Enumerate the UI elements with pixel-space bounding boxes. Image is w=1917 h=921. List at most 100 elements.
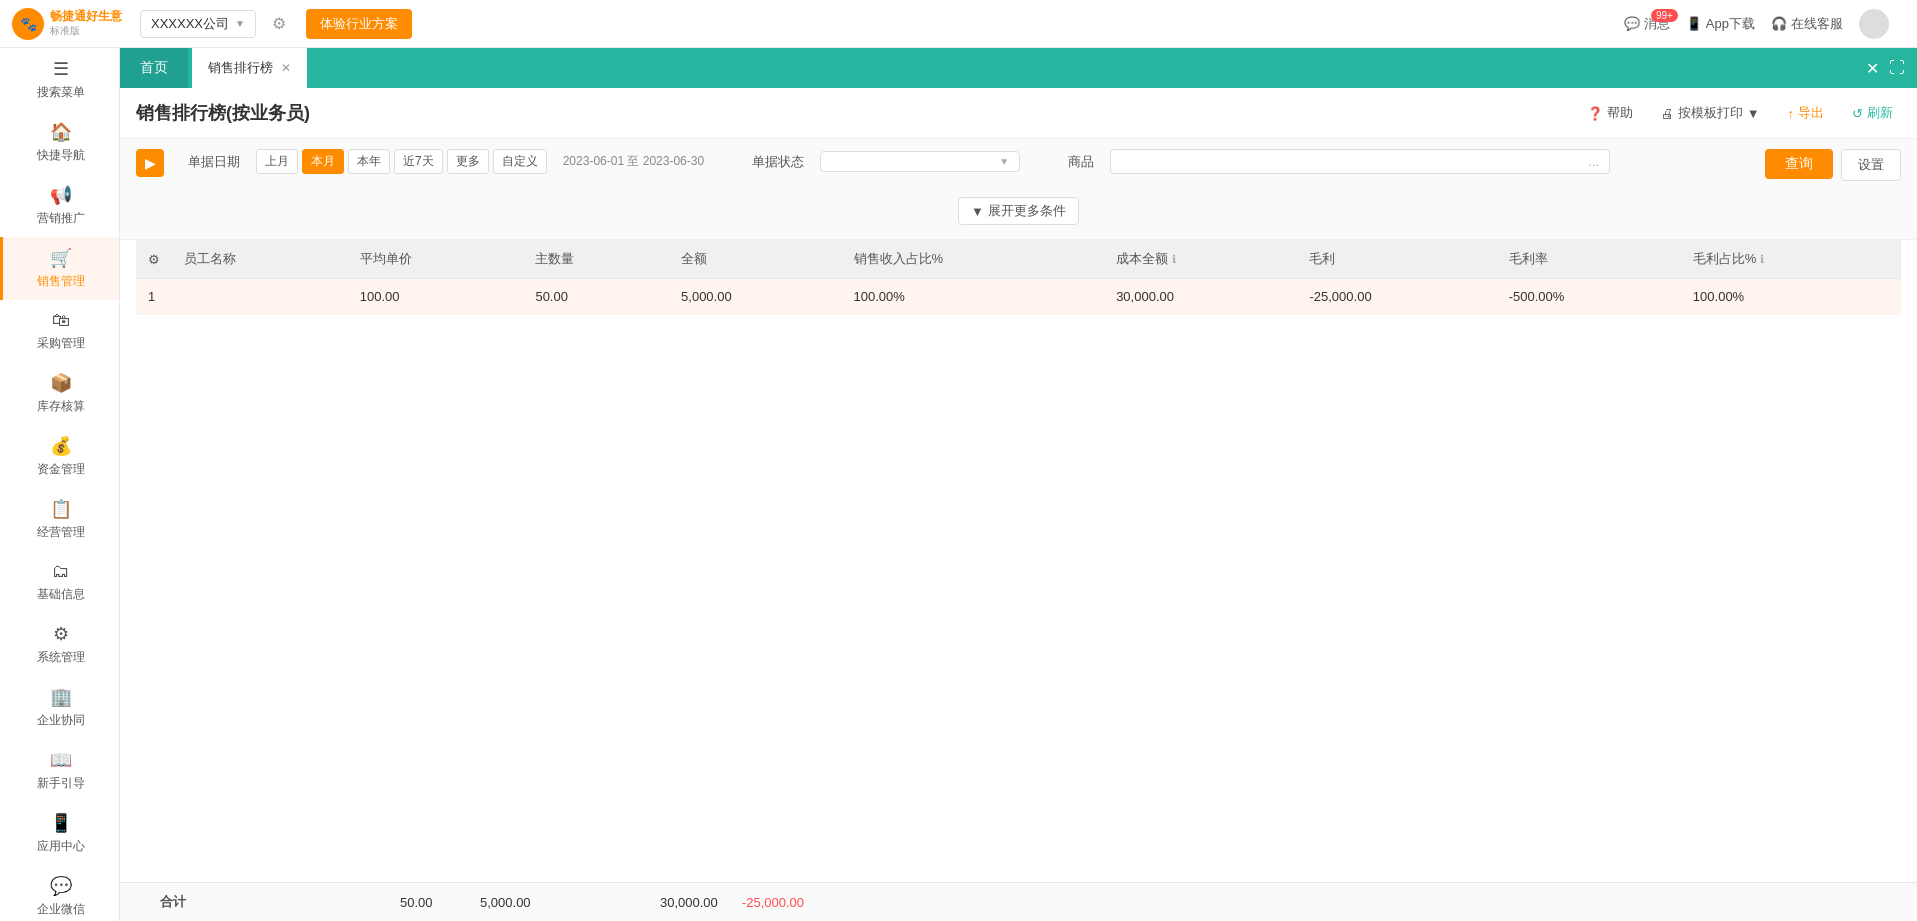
cost-info-icon[interactable]: ℹ (1172, 253, 1176, 265)
col-avg-price: 平均单价 (348, 240, 524, 279)
date-filter-label: 单据日期 (188, 153, 240, 171)
sidebar-item-sales[interactable]: 🛒 销售管理 (0, 237, 119, 300)
sidebar-item-purchase[interactable]: 🛍 采购管理 (0, 300, 119, 362)
logo-sub: 标准版 (50, 24, 122, 38)
col-employee: 员工名称 (172, 240, 348, 279)
date-btn-more[interactable]: 更多 (447, 149, 489, 174)
print-dropdown-icon: ▼ (1747, 106, 1760, 121)
sidebar: ☰ 搜索菜单 🏠 快捷导航 📢 营销推广 🛒 销售管理 🛍 采购管理 📦 库存核… (0, 48, 120, 921)
status-filter-label: 单据状态 (752, 153, 804, 171)
trial-button[interactable]: 体验行业方案 (306, 9, 412, 39)
query-button[interactable]: 查询 (1765, 149, 1833, 179)
avatar[interactable] (1859, 9, 1889, 39)
sidebar-label-wechat: 企业微信 (37, 901, 85, 918)
sidebar-item-inventory[interactable]: 📦 库存核算 (0, 362, 119, 425)
sidebar-label-guide: 新手引导 (37, 775, 85, 792)
company-dropdown-icon: ▼ (235, 18, 245, 29)
cell-rank: 1 (136, 279, 172, 315)
sidebar-item-marketing[interactable]: 📢 营销推广 (0, 174, 119, 237)
sidebar-item-guide[interactable]: 📖 新手引导 (0, 739, 119, 802)
sidebar-item-basic[interactable]: 🗂 基础信息 (0, 551, 119, 613)
sidebar-item-enterprise[interactable]: 🏢 企业协同 (0, 676, 119, 739)
search-menu-icon: ☰ (53, 58, 69, 80)
footer-amount: 5,000.00 (468, 895, 548, 910)
date-btn-curr[interactable]: 本月 (302, 149, 344, 174)
help-btn[interactable]: ❓ 帮助 (1579, 100, 1641, 126)
footer-qty: 50.00 (388, 895, 468, 910)
message-btn[interactable]: 💬 消息 99+ (1624, 15, 1670, 33)
refresh-btn[interactable]: ↺ 刷新 (1844, 100, 1901, 126)
print-label: 按模板打印 (1678, 104, 1743, 122)
logo-name: 畅捷通好生意 (50, 9, 122, 23)
expand-icon: ▼ (971, 204, 984, 219)
logo-icon: 🐾 (12, 8, 44, 40)
refresh-label: 刷新 (1867, 104, 1893, 122)
tab-home-label: 首页 (140, 59, 168, 77)
sidebar-item-system[interactable]: ⚙ 系统管理 (0, 613, 119, 676)
sales-icon: 🛒 (50, 247, 72, 269)
sidebar-item-shortcut[interactable]: 🏠 快捷导航 (0, 111, 119, 174)
goods-filter-label: 商品 (1068, 153, 1094, 171)
cell-qty: 50.00 (523, 279, 669, 315)
table-container: ⚙ 员工名称 平均单价 主数量 全额 (120, 240, 1917, 882)
goods-more-icon: ... (1588, 154, 1599, 169)
footer-label: 合计 (148, 893, 228, 911)
topbar: 🐾 畅捷通好生意 标准版 XXXXXX公司 ▼ ⚙ 体验行业方案 💬 消息 99… (0, 0, 1917, 48)
expand-label: 展开更多条件 (988, 202, 1066, 220)
basic-icon: 🗂 (52, 561, 70, 582)
date-btn-year[interactable]: 本年 (348, 149, 390, 174)
settings-icon[interactable]: ⚙ (264, 9, 294, 39)
sidebar-item-apps[interactable]: 📱 应用中心 (0, 802, 119, 865)
apps-icon: 📱 (50, 812, 72, 834)
date-btn-prev[interactable]: 上月 (256, 149, 298, 174)
col-amount: 全额 (669, 240, 842, 279)
filter-bar: ▶ 单据日期 上月 本月 本年 近7天 更多 自定义 (120, 139, 1917, 240)
goods-select[interactable]: ... (1110, 149, 1610, 174)
tab-expand-icon[interactable]: ⛶ (1889, 59, 1905, 77)
gross-pct-info-icon[interactable]: ℹ (1760, 253, 1764, 265)
sidebar-label-inventory: 库存核算 (37, 398, 85, 415)
sidebar-item-wechat[interactable]: 💬 企业微信 (0, 865, 119, 921)
sidebar-item-search[interactable]: ☰ 搜索菜单 (0, 48, 119, 111)
footer-gross: -25,000.00 (730, 895, 816, 910)
filter-toggle-btn[interactable]: ▶ (136, 149, 164, 177)
footer-cost: 30,000.00 (648, 895, 730, 910)
settings-button[interactable]: 设置 (1841, 149, 1901, 181)
tab-home[interactable]: 首页 (120, 48, 188, 88)
company-selector[interactable]: XXXXXX公司 ▼ (140, 10, 256, 38)
help-label: 帮助 (1607, 104, 1633, 122)
sidebar-item-finance[interactable]: 💰 资金管理 (0, 425, 119, 488)
date-range-display: 2023-06-01 至 2023-06-30 (563, 153, 704, 170)
main-layout: ☰ 搜索菜单 🏠 快捷导航 📢 营销推广 🛒 销售管理 🛍 采购管理 📦 库存核… (0, 48, 1917, 921)
service-icon: 🎧 (1771, 16, 1787, 31)
tab-close-all-icon[interactable]: ✕ (1866, 59, 1879, 78)
page-header: 销售排行榜(按业务员) ❓ 帮助 🖨 按模板打印 ▼ ↑ 导出 (120, 88, 1917, 139)
table-row: 1 100.00 50.00 5,000.00 100.00% 30,000.0… (136, 279, 1901, 315)
sidebar-label-system: 系统管理 (37, 649, 85, 666)
table-header: ⚙ 员工名称 平均单价 主数量 全额 (136, 240, 1901, 279)
date-btn-custom[interactable]: 自定义 (493, 149, 547, 174)
export-icon: ↑ (1788, 106, 1795, 121)
table-body: 1 100.00 50.00 5,000.00 100.00% 30,000.0… (136, 279, 1901, 315)
finance-icon: 💰 (50, 435, 72, 457)
operation-icon: 📋 (50, 498, 72, 520)
col-settings[interactable]: ⚙ (136, 240, 172, 279)
expand-more-btn[interactable]: ▼ 展开更多条件 (958, 197, 1079, 225)
tab-close-icon[interactable]: ✕ (281, 61, 291, 75)
export-label: 导出 (1798, 104, 1824, 122)
page-content: 销售排行榜(按业务员) ❓ 帮助 🖨 按模板打印 ▼ ↑ 导出 (120, 88, 1917, 921)
print-btn[interactable]: 🖨 按模板打印 ▼ (1653, 100, 1768, 126)
export-btn[interactable]: ↑ 导出 (1780, 100, 1833, 126)
online-service-btn[interactable]: 🎧 在线客服 (1771, 15, 1843, 33)
sidebar-item-operation[interactable]: 📋 经营管理 (0, 488, 119, 551)
date-btn-7days[interactable]: 近7天 (394, 149, 443, 174)
app-download-btn[interactable]: 📱 App下载 (1686, 15, 1755, 33)
sidebar-label-operation: 经营管理 (37, 524, 85, 541)
status-select[interactable]: ▼ (820, 151, 1020, 172)
tab-sales-rank[interactable]: 销售排行榜 ✕ (192, 48, 307, 88)
help-icon: ❓ (1587, 106, 1603, 121)
sidebar-label-purchase: 采购管理 (37, 335, 85, 352)
marketing-icon: 📢 (50, 184, 72, 206)
sidebar-label-sales: 销售管理 (37, 273, 85, 290)
enterprise-icon: 🏢 (50, 686, 72, 708)
